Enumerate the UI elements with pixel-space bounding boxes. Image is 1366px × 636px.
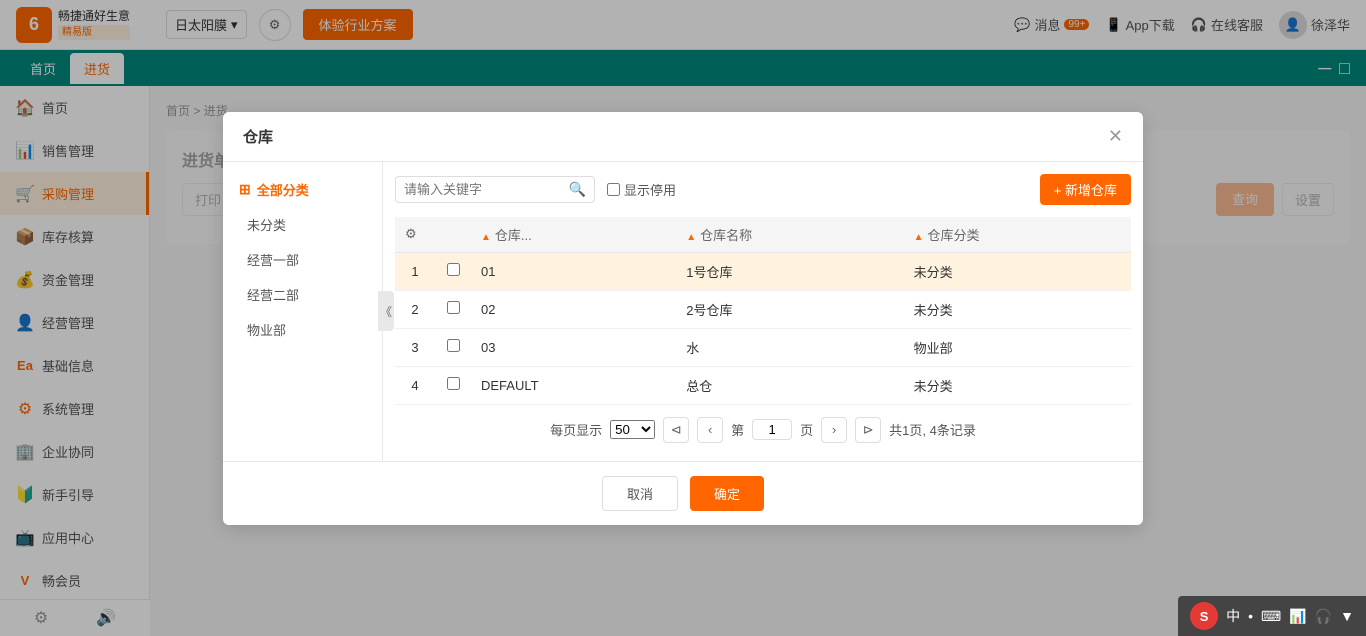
dialog-title: 仓库 <box>243 126 273 147</box>
row-num-4: DEFAULT <box>471 366 676 404</box>
row-checkbox-4[interactable] <box>447 377 460 390</box>
chart-icon[interactable]: 📊 <box>1289 608 1306 625</box>
col-name[interactable]: ▲仓库名称 <box>676 217 903 253</box>
table-toolbar: 🔍 显示停用 + 新增仓库 <box>395 174 1131 205</box>
row-checkbox-3[interactable] <box>447 339 460 352</box>
row-num-1: 01 <box>471 252 676 290</box>
row-name-2: 2号仓库 <box>676 290 903 328</box>
row-gear-2: 2 <box>395 290 435 328</box>
s-logo: S <box>1190 602 1218 630</box>
page-last-button[interactable]: ⊳ <box>855 417 881 443</box>
keyboard-icon[interactable]: ⌨ <box>1261 608 1281 625</box>
page-input[interactable] <box>752 419 792 440</box>
row-num-3: 03 <box>471 328 676 366</box>
show-disabled-checkbox[interactable] <box>607 183 620 196</box>
row-cb-3 <box>435 328 471 366</box>
chevron-bottom-icon[interactable]: ▼ <box>1340 608 1354 624</box>
per-page-label: 每页显示 <box>550 420 602 439</box>
row-cb-4 <box>435 366 471 404</box>
dialog-footer: 取消 确定 <box>223 461 1143 525</box>
row-checkbox-2[interactable] <box>447 301 460 314</box>
category-item-ops2[interactable]: 经营二部 <box>223 277 382 312</box>
cancel-button[interactable]: 取消 <box>602 476 678 511</box>
row-cb-1 <box>435 252 471 290</box>
collapse-category-button[interactable]: 《 <box>378 291 394 331</box>
search-icon[interactable]: 🔍 <box>569 181 586 198</box>
dialog-close-button[interactable]: ✕ <box>1108 126 1123 147</box>
category-all[interactable]: ⊞ 全部分类 <box>223 172 382 207</box>
col-category[interactable]: ▲仓库分类 <box>904 217 1131 253</box>
show-disabled-label: 显示停用 <box>624 180 676 199</box>
dialog-overlay: 仓库 ✕ ⊞ 全部分类 未分类 经营一部 经营二部 物业部 《 <box>0 0 1366 636</box>
warehouse-dialog: 仓库 ✕ ⊞ 全部分类 未分类 经营一部 经营二部 物业部 《 <box>223 112 1143 525</box>
page-unit: 页 <box>800 420 813 439</box>
dialog-header: 仓库 ✕ <box>223 112 1143 162</box>
table-row[interactable]: 1 01 1号仓库 未分类 <box>395 252 1131 290</box>
gear-icon: ⚙ <box>405 226 417 241</box>
sort-icon-code: ▲ <box>481 232 491 243</box>
show-disabled-wrap: 显示停用 <box>607 180 676 199</box>
row-num-2: 02 <box>471 290 676 328</box>
row-category-1: 未分类 <box>904 252 1131 290</box>
dialog-body: ⊞ 全部分类 未分类 经营一部 经营二部 物业部 《 🔍 <box>223 162 1143 461</box>
row-category-2: 未分类 <box>904 290 1131 328</box>
row-cb-2 <box>435 290 471 328</box>
search-input[interactable] <box>404 182 569 197</box>
sort-icon-name: ▲ <box>686 232 696 243</box>
pagination: 每页显示 50 100 200 ⊲ ‹ 第 页 › ⊳ 共1页, 4条记录 <box>395 405 1131 449</box>
row-gear-3: 3 <box>395 328 435 366</box>
row-name-4: 总仓 <box>676 366 903 404</box>
page-prev-button[interactable]: ‹ <box>697 417 723 443</box>
category-item-ops1[interactable]: 经营一部 <box>223 242 382 277</box>
table-panel: 🔍 显示停用 + 新增仓库 ⚙ <box>383 162 1143 461</box>
grid-icon: ⊞ <box>239 181 251 198</box>
row-name-3: 水 <box>676 328 903 366</box>
category-panel: ⊞ 全部分类 未分类 经营一部 经营二部 物业部 《 <box>223 162 383 461</box>
table-row[interactable]: 4 DEFAULT 总仓 未分类 <box>395 366 1131 404</box>
confirm-button[interactable]: 确定 <box>690 476 764 511</box>
total-info: 共1页, 4条记录 <box>889 420 976 439</box>
table-row[interactable]: 3 03 水 物业部 <box>395 328 1131 366</box>
row-category-4: 未分类 <box>904 366 1131 404</box>
col-checkbox <box>435 217 471 253</box>
table-row[interactable]: 2 02 2号仓库 未分类 <box>395 290 1131 328</box>
row-category-3: 物业部 <box>904 328 1131 366</box>
row-gear-4: 4 <box>395 366 435 404</box>
category-item-uncategorized[interactable]: 未分类 <box>223 207 382 242</box>
page-label: 第 <box>731 420 744 439</box>
category-item-property[interactable]: 物业部 <box>223 312 382 347</box>
search-wrap: 🔍 <box>395 176 595 203</box>
row-gear-1: 1 <box>395 252 435 290</box>
page-next-button[interactable]: › <box>821 417 847 443</box>
row-checkbox-1[interactable] <box>447 263 460 276</box>
add-warehouse-button[interactable]: + 新增仓库 <box>1040 174 1131 205</box>
page-first-button[interactable]: ⊲ <box>663 417 689 443</box>
dot-icon: • <box>1248 608 1253 624</box>
sort-icon-category: ▲ <box>914 232 924 243</box>
input-method-icon[interactable]: 中 <box>1226 606 1240 626</box>
col-gear: ⚙ <box>395 217 435 253</box>
per-page-select[interactable]: 50 100 200 <box>610 420 655 439</box>
warehouse-table: ⚙ ▲仓库... ▲仓库名称 ▲仓库分类 <box>395 217 1131 405</box>
row-name-1: 1号仓库 <box>676 252 903 290</box>
col-code[interactable]: ▲仓库... <box>471 217 676 253</box>
headset-bottom-icon[interactable]: 🎧 <box>1315 608 1332 625</box>
bottom-right-bar: S 中 • ⌨ 📊 🎧 ▼ <box>1178 596 1366 636</box>
category-all-label: 全部分类 <box>257 180 309 199</box>
